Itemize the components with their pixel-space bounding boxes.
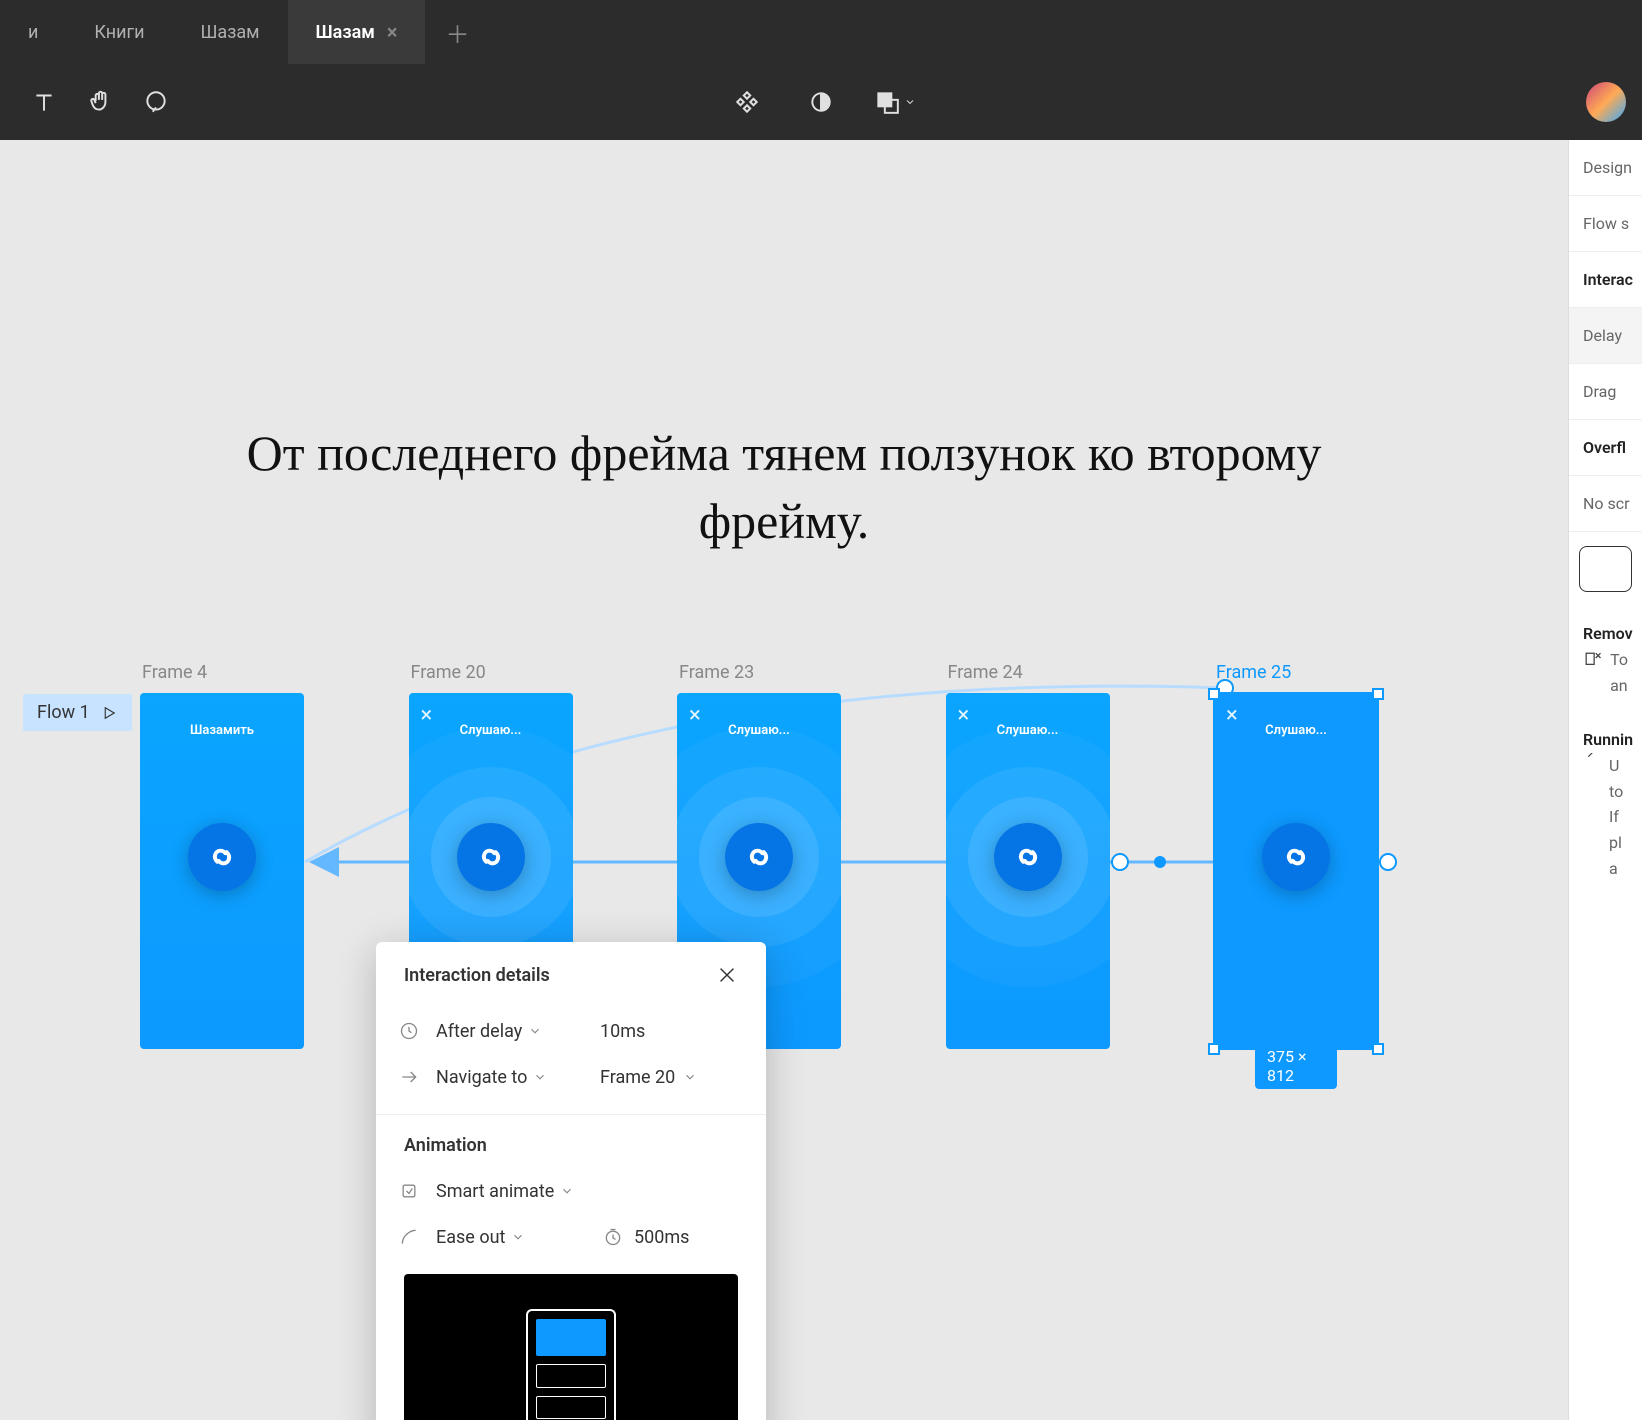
toolbar: [0, 64, 1642, 140]
trigger-row[interactable]: After delay 10ms: [376, 1008, 766, 1054]
duration-value[interactable]: 500ms: [634, 1227, 689, 1248]
shazam-icon: [725, 823, 793, 891]
animation-heading: Animation: [376, 1129, 766, 1168]
frame-label[interactable]: Frame 23: [679, 662, 841, 683]
frame-wrap-0: Frame 4 Шазамить: [140, 662, 304, 1049]
mask-icon[interactable]: [793, 74, 849, 130]
sidebar-interactions-section[interactable]: Interac: [1569, 252, 1642, 308]
sidebar-overflow-section: Overfl: [1569, 420, 1642, 476]
sidebar-remove-text: Toan: [1610, 647, 1628, 698]
close-icon: ×: [421, 703, 433, 728]
clock-icon: [396, 1018, 422, 1044]
right-sidebar: Design Flow s Interac Delay Drag Overfl …: [1568, 140, 1642, 1420]
comment-tool[interactable]: [128, 74, 184, 130]
remove-interaction-icon[interactable]: [1583, 647, 1602, 669]
close-icon: ×: [1226, 703, 1238, 728]
frame-title: Слушаю...: [1265, 723, 1327, 738]
chevron-down-icon: [528, 1024, 542, 1038]
action-row[interactable]: Navigate to Frame 20: [376, 1054, 766, 1100]
shazam-icon: [188, 823, 256, 891]
smart-animate-icon: [396, 1178, 422, 1204]
tab-3[interactable]: Шазам ×: [288, 0, 426, 64]
interaction-details-panel[interactable]: Interaction details After delay 10ms Nav…: [376, 942, 766, 1420]
trigger-value[interactable]: 10ms: [600, 1021, 645, 1042]
selection-handle[interactable]: [1208, 688, 1220, 700]
page-heading: От последнего фрейма тянем ползунок ко в…: [164, 420, 1404, 555]
canvas[interactable]: От последнего фрейма тянем ползунок ко в…: [0, 140, 1568, 1420]
selection-handle[interactable]: [1208, 1043, 1220, 1055]
main: От последнего фрейма тянем ползунок ко в…: [0, 140, 1642, 1420]
selection-handle[interactable]: [1372, 1043, 1384, 1055]
frame-label[interactable]: Frame 4: [142, 662, 304, 683]
close-icon: ×: [958, 703, 970, 728]
sidebar-delay-row[interactable]: Delay: [1569, 308, 1642, 364]
tab-0[interactable]: и: [0, 0, 66, 64]
close-panel-icon[interactable]: [716, 964, 738, 986]
tab-2[interactable]: Шазам: [172, 0, 287, 64]
sidebar-remove-heading: Remov: [1569, 606, 1642, 647]
flow-start-label[interactable]: Flow 1: [23, 694, 132, 731]
avatar[interactable]: [1586, 82, 1626, 122]
play-outline-icon[interactable]: [1583, 753, 1601, 771]
frame-24[interactable]: × Слушаю...: [946, 693, 1110, 1049]
action-value[interactable]: Frame 20: [600, 1067, 675, 1088]
sidebar-no-scroll[interactable]: No scr: [1569, 476, 1642, 532]
chevron-down-icon: [683, 1070, 697, 1084]
ease-curve-icon: [396, 1224, 422, 1250]
frame-label[interactable]: Frame 20: [411, 662, 573, 683]
chevron-down-icon: [560, 1184, 574, 1198]
selection-dimensions: 375 × 812: [1255, 1043, 1337, 1089]
easing-label: Ease out: [436, 1227, 505, 1248]
tab-bar: и Книги Шазам Шазам × ＋: [0, 0, 1642, 64]
sidebar-running-heading: Runnin: [1569, 712, 1642, 753]
shazam-icon: [1262, 823, 1330, 891]
shazam-icon: [994, 823, 1062, 891]
play-icon: [100, 704, 118, 722]
duration-icon: [600, 1224, 626, 1250]
frame-25[interactable]: × Слушаю...: [1214, 693, 1378, 1049]
sidebar-drag-row[interactable]: Drag: [1569, 364, 1642, 420]
action-label: Navigate to: [436, 1067, 527, 1088]
text-tool[interactable]: [16, 74, 72, 130]
animation-type-row[interactable]: Smart animate: [376, 1168, 766, 1214]
frame-label[interactable]: Frame 24: [948, 662, 1110, 683]
frame-title: Шазамить: [190, 723, 254, 738]
sidebar-button[interactable]: [1579, 546, 1632, 592]
chevron-down-icon: [533, 1070, 547, 1084]
flow-label-text: Flow 1: [37, 702, 90, 723]
animation-preview: [404, 1274, 738, 1420]
close-tab-icon[interactable]: ×: [387, 20, 398, 44]
add-tab-button[interactable]: ＋: [425, 0, 489, 64]
frame-4[interactable]: Шазамить: [140, 693, 304, 1049]
shazam-icon: [457, 823, 525, 891]
easing-row[interactable]: Ease out 500ms: [376, 1214, 766, 1260]
sidebar-running-text: U to If pl a: [1609, 753, 1623, 881]
components-icon[interactable]: [719, 74, 775, 130]
tab-1[interactable]: Книги: [66, 0, 172, 64]
sidebar-flow-section[interactable]: Flow s: [1569, 196, 1642, 252]
selection-handle[interactable]: [1372, 688, 1384, 700]
animation-type: Smart animate: [436, 1181, 554, 1202]
boolean-icon[interactable]: [867, 74, 923, 130]
frame-label-selected[interactable]: Frame 25: [1216, 662, 1378, 683]
chevron-down-icon: [511, 1230, 525, 1244]
frame-wrap-3: Frame 24 × Слушаю...: [946, 662, 1110, 1049]
arrow-right-icon: [396, 1064, 422, 1090]
panel-title: Interaction details: [404, 965, 550, 986]
frame-wrap-4: Frame 25 × Слушаю... 375 × 812: [1214, 662, 1378, 1049]
hand-tool[interactable]: [72, 74, 128, 130]
trigger-label: After delay: [436, 1021, 522, 1042]
sidebar-design-tab[interactable]: Design: [1569, 140, 1642, 196]
close-icon: ×: [689, 703, 701, 728]
